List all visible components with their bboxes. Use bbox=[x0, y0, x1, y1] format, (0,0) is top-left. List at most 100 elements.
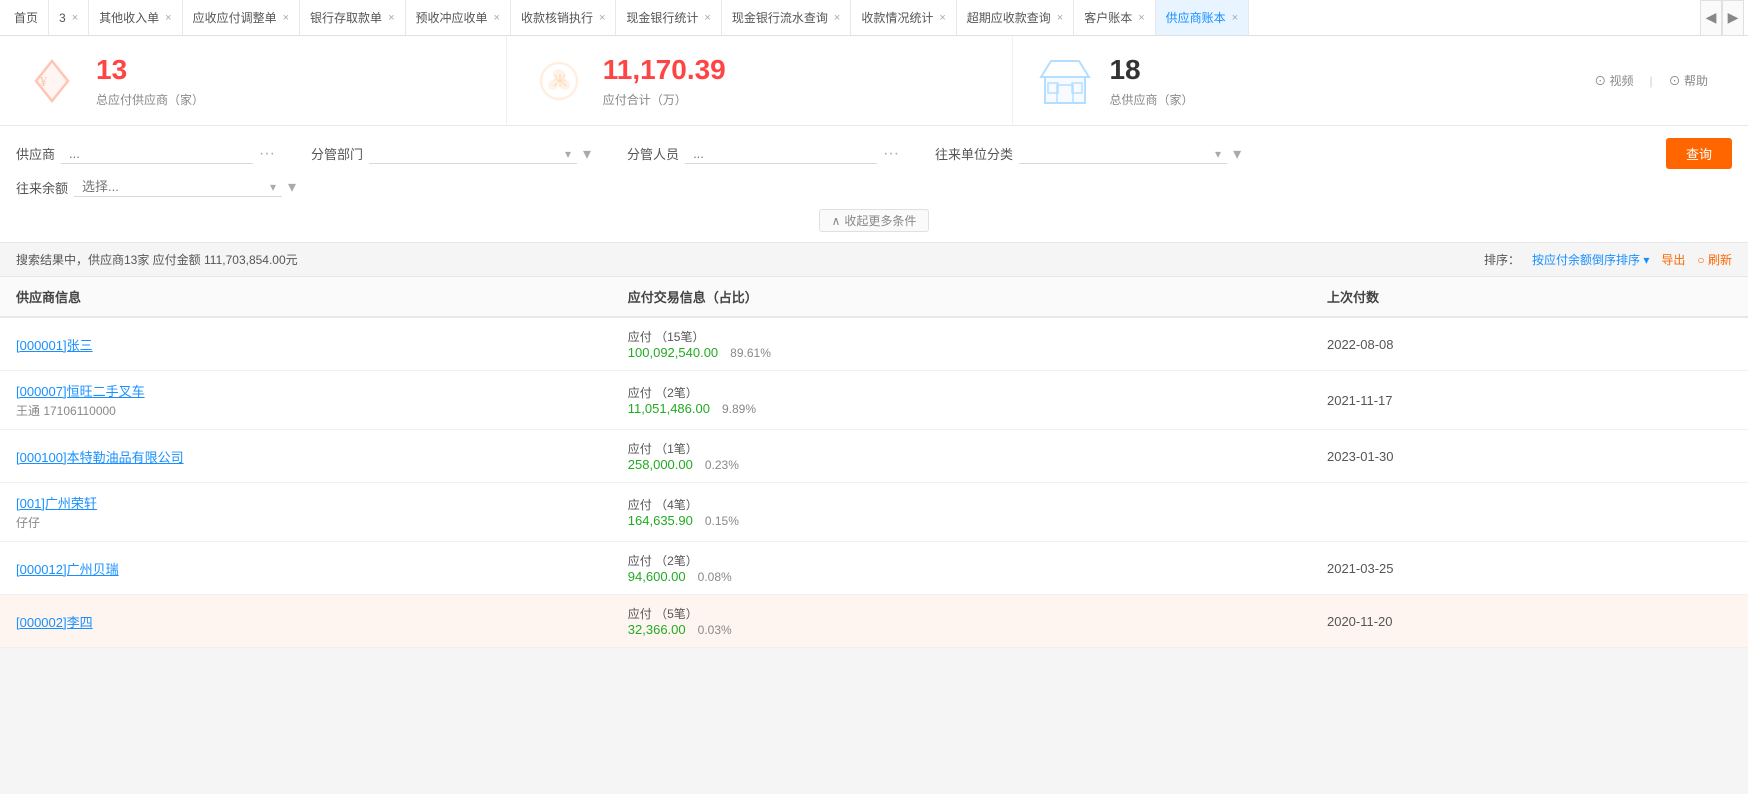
table-row[interactable]: [000007]恒旺二手叉车王通 17106110000应付 （2笔）11,05… bbox=[0, 371, 1748, 430]
last-payment-cell: 2022-08-08 bbox=[1311, 317, 1748, 371]
nav-tab-ap-adjustment[interactable]: 应收应付调整单 × bbox=[183, 0, 300, 36]
nav-tab-cash-bank-flow[interactable]: 现金银行流水查询 × bbox=[722, 0, 851, 36]
nav-tab-other-income[interactable]: 其他收入单 × bbox=[89, 0, 182, 36]
supplier-link[interactable]: [000100]本特勒油品有限公司 bbox=[16, 450, 184, 465]
stat-content-1: 13 总应付供应商（家） bbox=[96, 53, 204, 108]
dept-dropdown-icon[interactable]: ▾ bbox=[583, 144, 591, 164]
nav-prev-button[interactable]: ◀ bbox=[1700, 0, 1722, 36]
supplier-link[interactable]: [000001]张三 bbox=[16, 338, 93, 353]
nav-tab-prepay[interactable]: 预收冲应收单 × bbox=[406, 0, 511, 36]
ap-amount[interactable]: 32,366.00 bbox=[628, 622, 686, 637]
ap-adjustment-close[interactable]: × bbox=[283, 12, 289, 24]
ap-amount[interactable]: 164,635.90 bbox=[628, 513, 693, 528]
supplier-link[interactable]: [000002]李四 bbox=[16, 615, 93, 630]
customer-account-label: 客户账本 bbox=[1084, 9, 1132, 26]
other-income-close[interactable]: × bbox=[165, 12, 171, 24]
nav-tab-overdue-query[interactable]: 超期应收款查询 × bbox=[957, 0, 1074, 36]
nav-tab-customer-account[interactable]: 客户账本 × bbox=[1074, 0, 1155, 36]
prepay-close[interactable]: × bbox=[494, 12, 500, 24]
table-row[interactable]: [000002]李四应付 （5笔）32,366.000.03%2020-11-2… bbox=[0, 595, 1748, 648]
video-link[interactable]: ⊙ 视频 bbox=[1594, 72, 1633, 89]
ap-amount-line: 32,366.00 0.03% bbox=[628, 622, 1295, 637]
table-row[interactable]: [000012]广州贝瑞应付 （2笔）94,600.000.08%2021-03… bbox=[0, 542, 1748, 595]
filter-person: 分管人员 ··· bbox=[627, 144, 899, 164]
nav-tab-receipt-stat[interactable]: 收款情况统计 × bbox=[851, 0, 956, 36]
supplier-info-cell: [000007]恒旺二手叉车王通 17106110000 bbox=[0, 371, 612, 430]
dept-input[interactable] bbox=[369, 144, 577, 164]
nav-tab-cash-bank-stat[interactable]: 现金银行统计 × bbox=[616, 0, 721, 36]
supplier-link[interactable]: [001]广州荣轩 bbox=[16, 496, 97, 511]
nav-arrows: ◀ ▶ bbox=[1700, 0, 1744, 36]
collapse-label: 收起更多条件 bbox=[844, 212, 916, 229]
supplier-account-close[interactable]: × bbox=[1232, 12, 1238, 24]
th-ap-info: 应付交易信息（占比） bbox=[612, 277, 1311, 317]
ap-amount-line: 164,635.900.15% bbox=[628, 513, 1295, 528]
person-dots-icon[interactable]: ··· bbox=[883, 145, 899, 163]
filter-supplier: 供应商 ··· bbox=[16, 144, 275, 164]
ap-amount[interactable]: 11,051,486.00 bbox=[628, 401, 710, 416]
supplier-input[interactable] bbox=[61, 144, 253, 164]
bank-deposit-close[interactable]: × bbox=[388, 12, 394, 24]
table-row[interactable]: [000001]张三应付 （15笔）100,092,540.0089.61%20… bbox=[0, 317, 1748, 371]
nav-tab-receipt-verify[interactable]: 收款核销执行 × bbox=[511, 0, 616, 36]
receipt-verify-close[interactable]: × bbox=[599, 12, 605, 24]
query-button[interactable]: 查询 bbox=[1666, 138, 1732, 169]
ap-percent: 0.23% bbox=[705, 458, 739, 472]
person-input[interactable] bbox=[685, 144, 877, 164]
overdue-query-label: 超期应收款查询 bbox=[967, 9, 1051, 26]
category-dropdown-icon[interactable]: ▾ bbox=[1233, 144, 1241, 164]
customer-account-close[interactable]: × bbox=[1138, 12, 1144, 24]
supplier-link[interactable]: [000012]广州贝瑞 bbox=[16, 562, 119, 577]
export-button[interactable]: 导出 bbox=[1661, 251, 1685, 268]
nav-next-button[interactable]: ▶ bbox=[1722, 0, 1744, 36]
category-input[interactable] bbox=[1019, 144, 1227, 164]
home-label: 首页 bbox=[14, 9, 38, 26]
sort-select[interactable]: 按应付余额倒序排序 ▾ bbox=[1532, 251, 1649, 268]
table-row[interactable]: [000100]本特勒油品有限公司 应付 （1笔）258,000.00 0.23% 2… bbox=[0, 430, 1748, 483]
tab3-close[interactable]: × bbox=[72, 12, 78, 24]
ap-amount[interactable]: 100,092,540.00 bbox=[628, 345, 718, 360]
result-summary: 搜索结果中，供应商13家 应付金额 111,703,854.00元 bbox=[16, 251, 298, 268]
overdue-query-close[interactable]: × bbox=[1057, 12, 1063, 24]
help-link[interactable]: ⊙ 帮助 bbox=[1669, 72, 1708, 89]
total-payable-suppliers-label: 总应付供应商（家） bbox=[96, 91, 204, 108]
ap-amount[interactable]: 94,600.00 bbox=[628, 569, 686, 584]
table-row[interactable]: [001]广州荣轩仔仔应付 （4笔）164,635.900.15% bbox=[0, 483, 1748, 542]
last-payment-date: 2023-01-30 bbox=[1327, 449, 1394, 464]
cash-bank-stat-close[interactable]: × bbox=[704, 12, 710, 24]
total-payable-suppliers-number: 13 bbox=[96, 53, 204, 87]
collapse-row: ∧ 收起更多条件 bbox=[16, 205, 1732, 234]
grain-icon: 米 bbox=[531, 53, 587, 109]
refresh-button[interactable]: ○ 刷新 bbox=[1697, 251, 1732, 268]
cash-bank-flow-close[interactable]: × bbox=[834, 12, 840, 24]
ap-total-label: 应付合计（万） bbox=[603, 91, 726, 108]
ap-percent: 0.03% bbox=[698, 623, 732, 637]
sort-label: 排序： bbox=[1484, 251, 1520, 268]
last-payment-cell: 2021-03-25 bbox=[1311, 542, 1748, 595]
last-payment-date: 2021-11-17 bbox=[1327, 393, 1393, 408]
ap-label-line: 应付 （1笔） bbox=[628, 440, 1295, 457]
last-payment-cell: 2020-11-20 bbox=[1311, 595, 1748, 648]
help-links: ⊙ 视频 | ⊙ 帮助 bbox=[1594, 72, 1724, 89]
ap-percent: 89.61% bbox=[730, 346, 771, 360]
table-body: [000001]张三应付 （15笔）100,092,540.0089.61%20… bbox=[0, 317, 1748, 648]
balance-dropdown-icon[interactable]: ▾ bbox=[288, 177, 296, 197]
collapse-button[interactable]: ∧ 收起更多条件 bbox=[819, 209, 930, 232]
balance-input[interactable] bbox=[74, 177, 282, 197]
supplier-info-cell: [000100]本特勒油品有限公司 bbox=[0, 430, 612, 483]
ap-amount[interactable]: 258,000.00 bbox=[628, 457, 693, 472]
ap-percent: 9.89% bbox=[722, 402, 756, 416]
th-last-payment: 上次付数 bbox=[1311, 277, 1748, 317]
ap-info-cell: 应付 （5笔）32,366.000.03% bbox=[612, 595, 1311, 648]
receipt-stat-close[interactable]: × bbox=[939, 12, 945, 24]
balance-select-wrapper bbox=[74, 177, 282, 197]
supplier-dots-icon[interactable]: ··· bbox=[259, 145, 275, 163]
nav-tab-supplier-account[interactable]: 供应商账本 × bbox=[1156, 0, 1249, 36]
filter-category: 往来单位分类 ▾ bbox=[935, 144, 1241, 164]
supplier-link[interactable]: [000007]恒旺二手叉车 bbox=[16, 384, 145, 399]
nav-tab-3[interactable]: 3 × bbox=[49, 0, 89, 36]
nav-tab-home[interactable]: 首页 bbox=[4, 0, 49, 36]
total-suppliers-label: 总供应商（家） bbox=[1109, 91, 1193, 108]
nav-tab-bank-deposit[interactable]: 银行存取款单 × bbox=[300, 0, 405, 36]
supplier-info-cell: [001]广州荣轩仔仔 bbox=[0, 483, 612, 542]
